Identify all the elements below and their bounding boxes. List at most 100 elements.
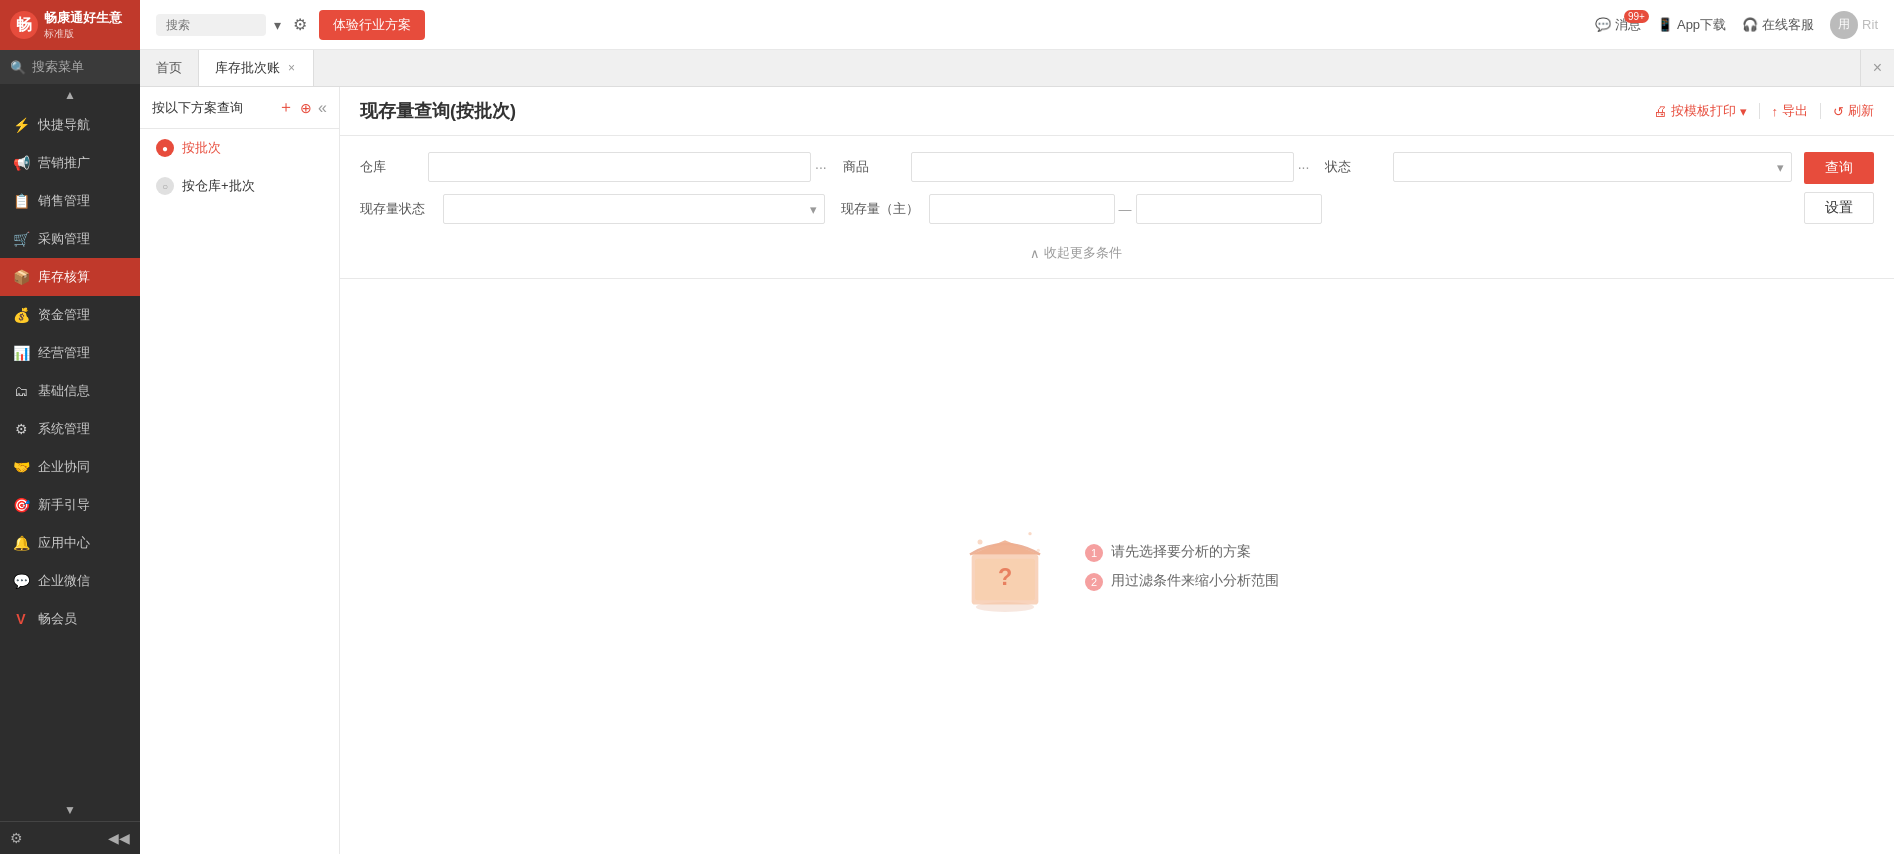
sidebar-item-label: 企业协同 <box>38 458 90 476</box>
message-badge: 99+ <box>1624 10 1649 23</box>
company-name: 畅康通好生意 <box>44 10 122 27</box>
refresh-button[interactable]: ↺ 刷新 <box>1833 102 1874 120</box>
sidebar-item-label: 资金管理 <box>38 306 90 324</box>
empty-tip-1-text: 请先选择要分析的方案 <box>1111 543 1251 561</box>
page-title: 现存量查询(按批次) <box>360 99 516 123</box>
scheme-settings-button[interactable]: ⊕ <box>300 100 312 116</box>
tab-inventory-batch[interactable]: 库存批次账 × <box>199 50 314 86</box>
chevron-down-icon: ▾ <box>274 17 281 33</box>
app-download-button[interactable]: 📱 App下载 <box>1657 16 1726 34</box>
print-button[interactable]: 🖨 按模板打印 ▾ <box>1653 102 1747 120</box>
sidebar-item-newbie[interactable]: 🎯 新手引导 <box>0 486 140 524</box>
trial-button[interactable]: 体验行业方案 <box>319 10 425 40</box>
stock-amount-min-input[interactable] <box>929 194 1115 224</box>
phone-icon: 📱 <box>1657 17 1673 32</box>
purchase-icon: 🛒 <box>12 230 30 248</box>
left-panel-actions: ＋ ⊕ « <box>278 97 327 118</box>
sidebar-item-label: 企业微信 <box>38 572 90 590</box>
tab-home-label: 首页 <box>156 59 182 77</box>
divider2 <box>1820 103 1821 119</box>
sidebar-item-label: 销售管理 <box>38 192 90 210</box>
sidebar-item-sales[interactable]: 📋 销售管理 <box>0 182 140 220</box>
stock-amount-max-input[interactable] <box>1136 194 1322 224</box>
tab-close-button[interactable]: × <box>286 61 297 75</box>
sidebar-item-operations[interactable]: 📊 经营管理 <box>0 334 140 372</box>
print-btn-label: 按模板打印 <box>1671 102 1736 120</box>
collapse-more-button[interactable]: ∧ 收起更多条件 <box>360 236 1792 266</box>
search-menu-item[interactable]: 🔍 搜索菜单 <box>0 50 140 84</box>
query-btn-label: 查询 <box>1825 159 1853 175</box>
message-button[interactable]: 💬 消息 99+ <box>1595 16 1641 34</box>
sidebar-item-finance[interactable]: 💰 资金管理 <box>0 296 140 334</box>
svg-point-5 <box>1028 532 1031 535</box>
sidebar-item-label: 库存核算 <box>38 268 90 286</box>
scheme-item-batch[interactable]: ● 按批次 <box>140 129 339 167</box>
filter-row-1: 仓库 ··· 商品 ··· <box>360 152 1792 182</box>
sidebar-item-system[interactable]: ⚙ 系统管理 <box>0 410 140 448</box>
empty-tip-2: 2 用过滤条件来缩小分析范围 <box>1085 572 1279 591</box>
empty-state: ? 1 请先选择要分析的方案 2 <box>340 279 1894 854</box>
online-service-button[interactable]: 🎧 在线客服 <box>1742 16 1814 34</box>
tab-active-label: 库存批次账 <box>215 59 280 77</box>
tab-home[interactable]: 首页 <box>140 50 199 86</box>
global-close-button[interactable]: × <box>1860 50 1894 86</box>
sidebar-item-enterprise-wechat[interactable]: 💬 企业微信 <box>0 562 140 600</box>
settings-button[interactable]: ⚙ <box>10 830 23 846</box>
svg-point-6 <box>1037 548 1040 551</box>
export-btn-label: 导出 <box>1782 102 1808 120</box>
sidebar-item-inventory[interactable]: 📦 库存核算 <box>0 258 140 296</box>
scheme-item-warehouse-batch[interactable]: ○ 按仓库+批次 <box>140 167 339 205</box>
filter-settings-button[interactable]: 设置 <box>1804 192 1874 224</box>
export-button[interactable]: ↑ 导出 <box>1772 102 1809 120</box>
app-center-icon: 🔔 <box>12 534 30 552</box>
search-menu-label: 搜索菜单 <box>32 58 84 76</box>
stock-amount-field: 现存量（主） — <box>841 194 1306 224</box>
sidebar-scroll-up[interactable]: ▲ <box>0 84 140 106</box>
sidebar-header: 畅 畅康通好生意 标准版 <box>0 0 140 50</box>
filter-area: 仓库 ··· 商品 ··· <box>340 136 1894 279</box>
marketing-icon: 📢 <box>12 154 30 172</box>
warehouse-input[interactable] <box>428 152 811 182</box>
logo-char: 畅 <box>16 15 32 36</box>
sidebar-footer: ⚙ ◀◀ <box>0 821 140 854</box>
page-header: 现存量查询(按批次) 🖨 按模板打印 ▾ ↑ 导出 ↺ 刷 <box>340 87 1894 136</box>
warehouse-more-button[interactable]: ··· <box>815 159 827 175</box>
stock-status-select-wrap: ▾ <box>443 194 825 224</box>
product-input[interactable] <box>911 152 1294 182</box>
sidebar-item-enterprise-collab[interactable]: 🤝 企业协同 <box>0 448 140 486</box>
scheme-icon-inactive: ○ <box>156 177 174 195</box>
sidebar-item-label: 快捷导航 <box>38 116 90 134</box>
user-avatar[interactable]: 用 Rit <box>1830 11 1878 39</box>
topbar-gear-button[interactable]: ⚙ <box>293 15 307 34</box>
export-icon: ↑ <box>1772 104 1779 119</box>
stock-amount-dash: — <box>1115 202 1136 217</box>
status-select[interactable] <box>1393 152 1792 182</box>
add-scheme-button[interactable]: ＋ <box>278 97 294 118</box>
sidebar-item-member[interactable]: V 畅会员 <box>0 600 140 638</box>
left-panel-collapse-button[interactable]: « <box>318 99 327 117</box>
edition-label: 标准版 <box>44 27 122 40</box>
sidebar-item-quick-nav[interactable]: ⚡ 快捷导航 <box>0 106 140 144</box>
warehouse-more-icon: ··· <box>815 159 827 175</box>
topbar-dropdown-button[interactable]: ▾ <box>274 17 281 33</box>
stock-status-select[interactable] <box>443 194 825 224</box>
stock-status-label: 现存量状态 <box>360 200 435 218</box>
empty-illustration: ? <box>955 517 1055 617</box>
warehouse-label: 仓库 <box>360 158 420 176</box>
sidebar-item-purchase[interactable]: 🛒 采购管理 <box>0 220 140 258</box>
sidebar-collapse-button[interactable]: ◀◀ <box>108 830 130 846</box>
sidebar-item-app-center[interactable]: 🔔 应用中心 <box>0 524 140 562</box>
query-button[interactable]: 查询 <box>1804 152 1874 184</box>
status-select-wrap: ▾ <box>1393 152 1792 182</box>
sidebar-item-basic-info[interactable]: 🗂 基础信息 <box>0 372 140 410</box>
topbar-search-input[interactable] <box>156 14 266 36</box>
filter-area-inner: 仓库 ··· 商品 ··· <box>360 152 1874 266</box>
product-more-icon: ··· <box>1298 159 1310 175</box>
main-content: ▾ ⚙ 体验行业方案 💬 消息 99+ 📱 App下载 🎧 在线客服 <box>140 0 1894 854</box>
product-field: 商品 ··· <box>843 152 1310 182</box>
sidebar-item-label: 营销推广 <box>38 154 90 172</box>
sidebar-scroll-down[interactable]: ▼ <box>0 799 140 821</box>
sidebar-item-marketing[interactable]: 📢 营销推广 <box>0 144 140 182</box>
sales-icon: 📋 <box>12 192 30 210</box>
product-more-button[interactable]: ··· <box>1298 159 1310 175</box>
